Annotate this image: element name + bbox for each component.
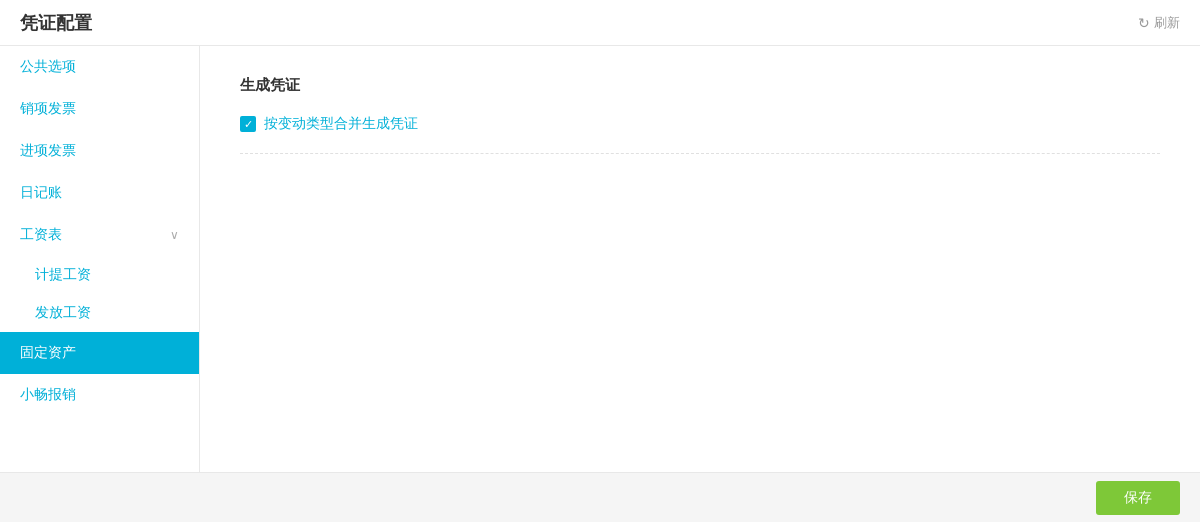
- sidebar-label-fixed-assets: 固定资产: [20, 344, 76, 362]
- chevron-down-icon: ∨: [170, 228, 179, 242]
- sidebar-item-journal[interactable]: 日记账: [0, 172, 199, 214]
- refresh-button[interactable]: ↻ 刷新: [1138, 14, 1180, 32]
- refresh-label: 刷新: [1154, 14, 1180, 32]
- content-area: 生成凭证 按变动类型合并生成凭证: [200, 46, 1200, 472]
- sidebar-label-payroll-calc: 计提工资: [35, 266, 91, 282]
- merge-checkbox-label: 按变动类型合并生成凭证: [264, 115, 418, 133]
- merge-checkbox[interactable]: [240, 116, 256, 132]
- sidebar: 公共选项 销项发票 进项发票 日记账 工资表 ∨ 计提工资 发放工资 固定资产 …: [0, 46, 200, 472]
- sidebar-label-payroll-pay: 发放工资: [35, 304, 91, 320]
- section-title: 生成凭证: [240, 76, 1160, 95]
- sidebar-item-fixed-assets[interactable]: 固定资产: [0, 332, 199, 374]
- sidebar-label-purchase-invoice: 进项发票: [20, 142, 76, 160]
- page-header: 凭证配置 ↻ 刷新: [0, 0, 1200, 46]
- sidebar-label-journal: 日记账: [20, 184, 62, 202]
- page-footer: 保存: [0, 472, 1200, 522]
- sidebar-label-public-options: 公共选项: [20, 58, 76, 76]
- sidebar-item-expense-report[interactable]: 小畅报销: [0, 374, 199, 416]
- section-divider: [240, 153, 1160, 154]
- sidebar-item-purchase-invoice[interactable]: 进项发票: [0, 130, 199, 172]
- save-button[interactable]: 保存: [1096, 481, 1180, 515]
- sidebar-label-payroll-table: 工资表: [20, 226, 62, 244]
- main-layout: 公共选项 销项发票 进项发票 日记账 工资表 ∨ 计提工资 发放工资 固定资产 …: [0, 46, 1200, 472]
- sidebar-label-sales-invoice: 销项发票: [20, 100, 76, 118]
- refresh-icon: ↻: [1138, 15, 1150, 31]
- sidebar-item-payroll-pay[interactable]: 发放工资: [0, 294, 199, 332]
- sidebar-label-expense-report: 小畅报销: [20, 386, 76, 404]
- sidebar-item-sales-invoice[interactable]: 销项发票: [0, 88, 199, 130]
- sidebar-item-public-options[interactable]: 公共选项: [0, 46, 199, 88]
- sidebar-item-payroll-table[interactable]: 工资表 ∨: [0, 214, 199, 256]
- page-title: 凭证配置: [20, 11, 92, 35]
- checkbox-row: 按变动类型合并生成凭证: [240, 115, 1160, 133]
- sidebar-item-payroll-calc[interactable]: 计提工资: [0, 256, 199, 294]
